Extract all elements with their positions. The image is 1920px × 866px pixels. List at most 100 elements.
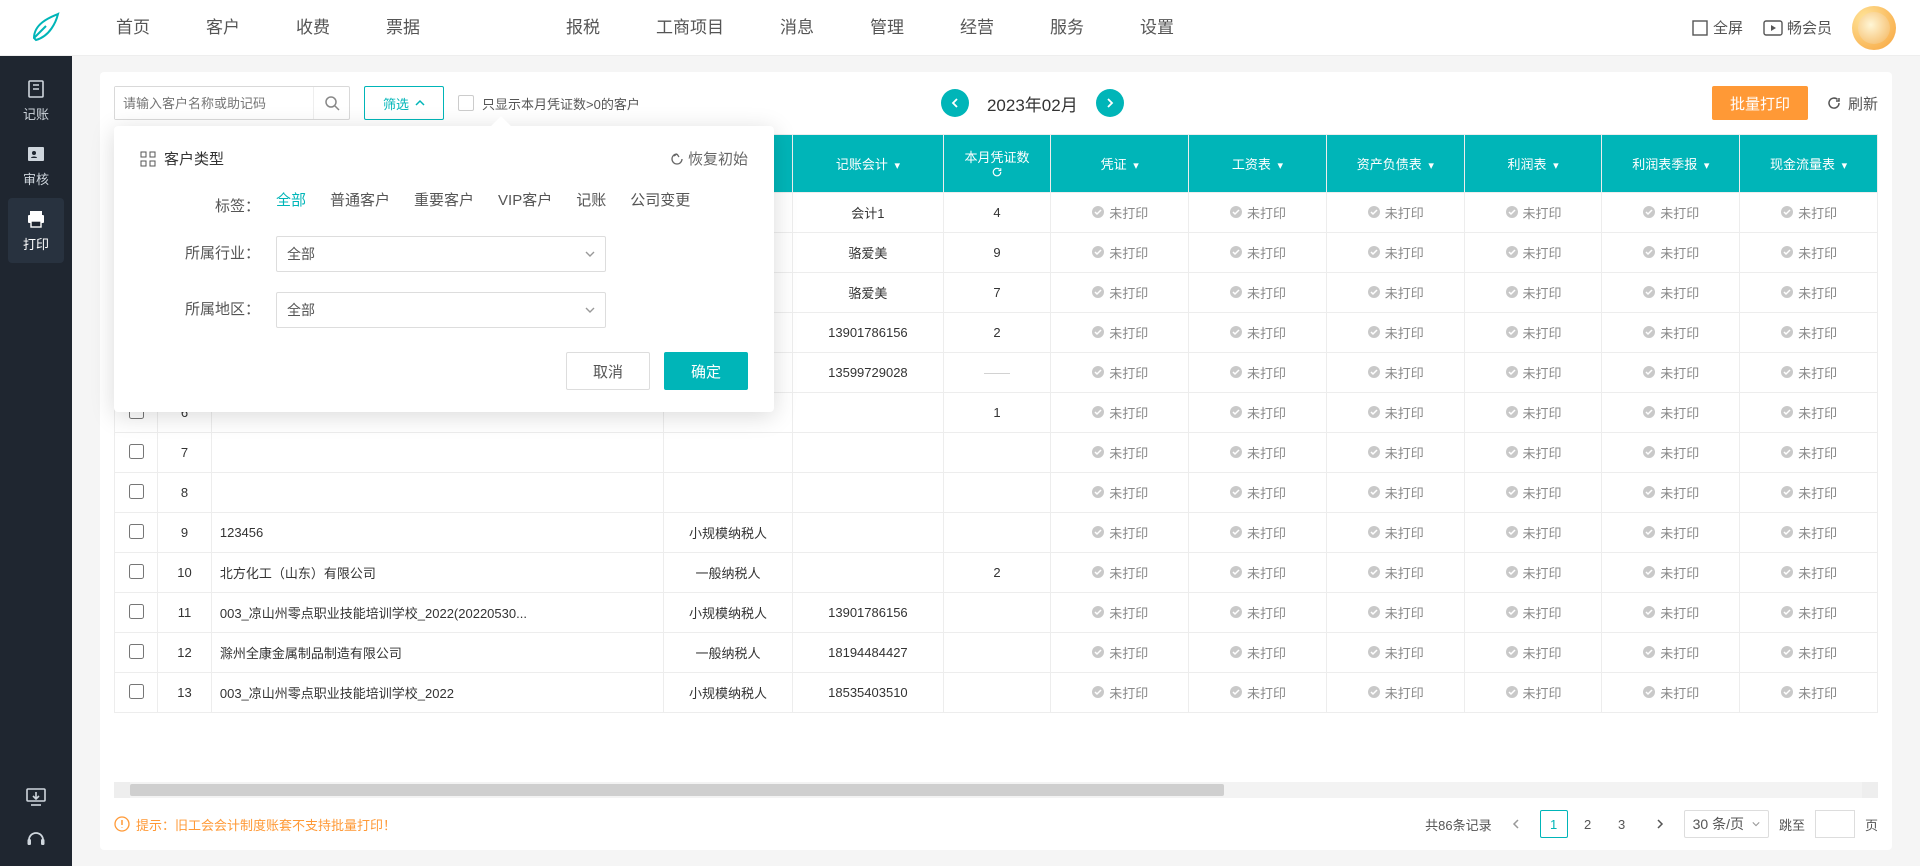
check-circle-icon [1505,285,1519,299]
content-card: 筛选 只显示本月凭证数>0的客户 2023年02月 [100,72,1892,850]
nav-item-4[interactable]: 记账 [448,0,538,56]
headset-icon[interactable] [25,828,47,850]
tag-option[interactable]: VIP客户 [498,189,552,210]
check-circle-icon [1367,365,1381,379]
col-header-6[interactable]: 凭证 ▾ [1051,135,1189,193]
table-row[interactable]: 7未打印未打印未打印未打印未打印未打印 [115,433,1878,473]
row-checkbox[interactable] [129,644,144,659]
check-circle-icon [1091,525,1105,539]
col-header-7[interactable]: 工资表 ▾ [1189,135,1327,193]
download-icon[interactable] [25,786,47,808]
check-circle-icon [1229,405,1243,419]
scrollbar-thumb[interactable] [130,784,1224,796]
table-row[interactable]: 10北方化工（山东）有限公司一般纳税人2未打印未打印未打印未打印未打印未打印 [115,553,1878,593]
check-circle-icon [1642,245,1656,259]
member-button[interactable]: 畅会员 [1763,17,1832,38]
refresh-icon [991,166,1003,178]
restore-button[interactable]: 恢复初始 [670,148,748,169]
area-select[interactable]: 全部 [276,292,606,328]
check-circle-icon [1091,405,1105,419]
nav-item-3[interactable]: 票据 [358,0,448,56]
prev-period-button[interactable] [941,89,969,117]
mascot-avatar[interactable] [1852,6,1896,50]
col-header-9[interactable]: 利润表 ▾ [1464,135,1602,193]
checkbox-box-icon [458,95,474,111]
col-header-8[interactable]: 资产负债表 ▾ [1326,135,1464,193]
chevron-right-icon [1105,98,1115,108]
pagesize-select[interactable]: 30 条/页 [1684,810,1769,838]
toolbar: 筛选 只显示本月凭证数>0的客户 2023年02月 [100,72,1892,134]
prev-page-button[interactable] [1502,810,1530,838]
confirm-button[interactable]: 确定 [664,352,748,390]
table-row[interactable]: 9123456小规模纳税人未打印未打印未打印未打印未打印未打印 [115,513,1878,553]
batch-print-button[interactable]: 批量打印 [1712,86,1808,120]
check-circle-icon [1091,565,1105,579]
horizontal-scrollbar[interactable] [114,782,1878,798]
row-checkbox[interactable] [129,444,144,459]
table-row[interactable]: 11003_凉山州零点职业技能培训学校_2022(20220530...小规模纳… [115,593,1878,633]
check-circle-icon [1642,645,1656,659]
row-checkbox[interactable] [129,484,144,499]
rail-item-审核[interactable]: 审核 [8,133,64,198]
tag-option[interactable]: 公司变更 [630,189,690,210]
search-button[interactable] [313,87,349,119]
show-only-checkbox[interactable]: 只显示本月凭证数>0的客户 [458,94,640,113]
table-row[interactable]: 13003_凉山州零点职业技能培训学校_2022小规模纳税人1853540351… [115,673,1878,713]
tag-option[interactable]: 全部 [276,189,306,210]
chevron-down-icon [585,249,595,259]
refresh-button[interactable]: 刷新 [1826,93,1878,114]
nav-item-9[interactable]: 经营 [932,0,1022,56]
col-header-11[interactable]: 现金流量表 ▾ [1740,135,1878,193]
tag-option[interactable]: 重要客户 [414,189,474,210]
search-input[interactable] [115,87,313,119]
industry-select[interactable]: 全部 [276,236,606,272]
row-checkbox[interactable] [129,684,144,699]
next-page-button[interactable] [1646,810,1674,838]
check-circle-icon [1367,685,1381,699]
check-circle-icon [1367,485,1381,499]
area-value: 全部 [287,300,315,320]
check-circle-icon [1780,685,1794,699]
check-circle-icon [1505,245,1519,259]
col-header-10[interactable]: 利润表季报 ▾ [1602,135,1740,193]
cancel-button[interactable]: 取消 [566,352,650,390]
nav-item-2[interactable]: 收费 [268,0,358,56]
nav-item-5[interactable]: 报税 [538,0,628,56]
scrollbar-right-arrow-icon[interactable] [1862,782,1878,798]
row-checkbox[interactable] [129,604,144,619]
tag-option[interactable]: 记账 [576,189,606,210]
nav-item-1[interactable]: 客户 [178,0,268,56]
body: 记账审核打印 筛选 [0,56,1920,866]
check-circle-icon [1229,205,1243,219]
check-circle-icon [1505,485,1519,499]
nav-item-0[interactable]: 首页 [88,0,178,56]
row-checkbox[interactable] [129,564,144,579]
filter-button[interactable]: 筛选 [364,86,444,120]
chevron-left-icon [950,98,960,108]
nav-item-6[interactable]: 工商项目 [628,0,752,56]
jump-input[interactable] [1815,810,1855,838]
popover-header: 客户类型 恢复初始 [140,148,748,169]
nav-item-7[interactable]: 消息 [752,0,842,56]
tag-option[interactable]: 普通客户 [330,189,390,210]
check-circle-icon [1229,245,1243,259]
page-3[interactable]: 3 [1608,810,1636,838]
col-header-4[interactable]: 记账会计 ▾ [793,135,944,193]
rail-item-记账[interactable]: 记账 [8,68,64,133]
fullscreen-button[interactable]: 全屏 [1691,17,1743,38]
nav-item-8[interactable]: 管理 [842,0,932,56]
jump-label: 跳至 [1779,815,1805,834]
table-row[interactable]: 12滁州全康金属制品制造有限公司一般纳税人18194484427未打印未打印未打… [115,633,1878,673]
check-circle-icon [1367,605,1381,619]
table-row[interactable]: 8未打印未打印未打印未打印未打印未打印 [115,473,1878,513]
member-label: 畅会员 [1787,17,1832,38]
rail-item-打印[interactable]: 打印 [8,198,64,263]
page-1[interactable]: 1 [1540,810,1568,838]
next-period-button[interactable] [1096,89,1124,117]
col-header-5[interactable]: 本月凭证数 [943,135,1051,193]
logo [24,8,64,48]
page-2[interactable]: 2 [1574,810,1602,838]
row-checkbox[interactable] [129,524,144,539]
nav-item-11[interactable]: 设置 [1112,0,1202,56]
nav-item-10[interactable]: 服务 [1022,0,1112,56]
